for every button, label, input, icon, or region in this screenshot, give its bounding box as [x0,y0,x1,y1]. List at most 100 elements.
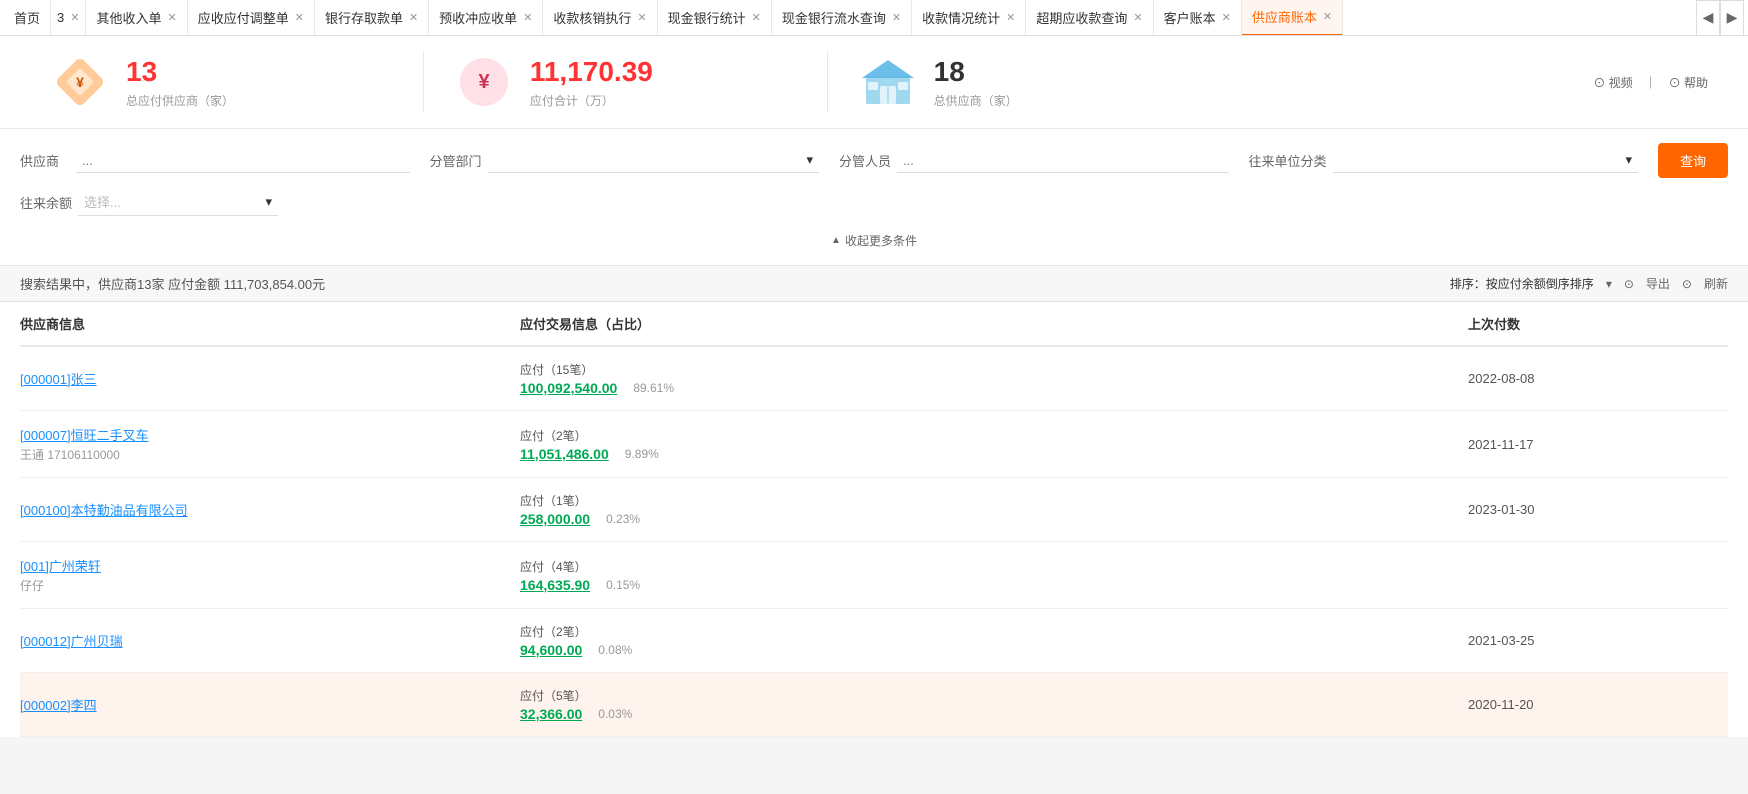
tx-label-0: 应付（15笔） [520,361,1468,378]
filter-area: 供应商 分管部门 ▾ 分管人员 往来单位分类 ▾ 查询 [0,129,1748,266]
supplier-link-1[interactable]: [000007]恒旺二手叉车 [20,425,520,444]
nav-tab-supplier-ledger[interactable]: 供应商账本 ✕ [1242,0,1343,36]
nav-tab-customer-ledger-close[interactable]: ✕ [1222,11,1231,24]
nav-tab-supplier-ledger-close[interactable]: ✕ [1323,10,1332,23]
summary-label-payable: 总应付供应商（家） [126,92,234,109]
supplier-link-5[interactable]: [000002]李四 [20,695,520,714]
supplier-link-4[interactable]: [000012]广州贝瑞 [20,631,520,650]
result-bar-right: 排序：按应付余额倒序排序 ▾ ⊙ 导出 ⊙ 刷新 [1450,275,1728,292]
nav-tab-customer-ledger-label: 客户账本 [1164,8,1216,27]
divider: ｜ [1645,74,1657,91]
summary-value-total: 11,170.39 [530,55,653,89]
dept-select[interactable]: ▾ [488,148,819,173]
supplier-link-2[interactable]: [000100]本特勤油品有限公司 [20,500,520,519]
supplier-link-3[interactable]: [001]广州荣轩 [20,556,520,575]
nav-tab-other-income-label: 其他收入单 [96,8,161,27]
video-link[interactable]: ⊙ 视频 [1593,74,1632,91]
export-icon: ⊙ [1624,277,1634,291]
help-link[interactable]: ⊙ 帮助 [1669,74,1708,91]
summary-card-total-suppliers: 18 总供应商（家） [827,52,1231,112]
tx-percent-3: 0.15% [606,578,640,592]
summary-card-payable-total: ¥ 11,170.39 应付合计（万） [423,52,827,112]
nav-tab-home-label: 首页 [14,8,40,27]
nav-tab-overdue-ar[interactable]: 超期应收款查询 ✕ [1026,0,1153,36]
nav-scroll-left[interactable]: ◀ [1696,0,1720,36]
filter-row-2: 往来余额 选择... ▾ [20,188,1728,216]
nav-tab-ar-ap-adjust-close[interactable]: ✕ [295,11,304,24]
nav-tab-bank-deposit-label: 银行存取款单 [325,8,403,27]
summary-info-payable: 13 总应付供应商（家） [126,55,234,110]
tx-percent-4: 0.08% [598,643,632,657]
balance-label: 往来余额 [20,193,72,212]
nav-tab-bank-deposit[interactable]: 银行存取款单 ✕ [315,0,429,36]
nav-tab-cash-bank-flow[interactable]: 现金银行流水查询 ✕ [772,0,912,36]
tx-amount-0[interactable]: 100,092,540.00 [520,380,617,396]
table-row: [000100]本特勤油品有限公司 应付（1笔） 258,000.00 0.23… [20,478,1728,542]
nav-tab-receipt-verify-close[interactable]: ✕ [637,11,646,24]
filter-person: 分管人员 [839,149,1229,173]
collapse-icon: ▲ [831,235,841,246]
tx-amount-3[interactable]: 164,635.90 [520,577,590,593]
nav-tab-home[interactable]: 首页 [4,0,51,36]
summary-info-total: 11,170.39 应付合计（万） [530,55,653,110]
nav-tab-cash-bank-stat-close[interactable]: ✕ [752,11,761,24]
summary-info-total-suppliers: 18 总供应商（家） [934,55,1018,110]
total-suppliers-icon [858,52,918,112]
collapse-label: 收起更多条件 [845,232,917,249]
tx-label-2: 应付（1笔） [520,492,1468,509]
nav-tab-prepay-ar-close[interactable]: ✕ [523,11,532,24]
supplier-link-0[interactable]: [000001]张三 [20,369,520,388]
nav-tab-other-income-close[interactable]: ✕ [167,11,176,24]
nav-tab-prepay-ar[interactable]: 预收冲应收单 ✕ [429,0,543,36]
balance-select[interactable]: 选择... ▾ [78,188,278,216]
nav-tab-receipt-stat[interactable]: 收款情况统计 ✕ [912,0,1026,36]
dept-chevron-icon: ▾ [806,152,813,168]
supplier-payable-icon: ¥ [50,52,110,112]
nav-tab-other-income[interactable]: 其他收入单 ✕ [86,0,187,36]
nav-tab-bank-deposit-close[interactable]: ✕ [409,11,418,24]
person-label: 分管人员 [839,151,891,170]
nav-tab-prepay-ar-label: 预收冲应收单 [439,8,517,27]
table-row: [001]广州荣轩 仔仔 应付（4笔） 164,635.90 0.15% [20,542,1728,609]
tx-amount-2[interactable]: 258,000.00 [520,511,590,527]
tx-row-1: 11,051,486.00 9.89% [520,446,1468,462]
sort-label[interactable]: 排序：按应付余额倒序排序 [1450,275,1594,292]
nav-tab-overdue-ar-close[interactable]: ✕ [1133,11,1142,24]
export-btn[interactable]: 导出 [1646,275,1670,292]
top-navigation: 首页 3 ✕ 其他收入单 ✕ 应收应付调整单 ✕ 银行存取款单 ✕ 预收冲应收单… [0,0,1748,36]
collapse-filter-btn[interactable]: ▲ 收起更多条件 [20,226,1728,251]
supplier-sub-3: 仔仔 [20,577,520,594]
nav-tab-3[interactable]: 3 ✕ [51,0,86,36]
nav-tab-cash-bank-stat-label: 现金银行统计 [668,8,746,27]
tx-amount-5[interactable]: 32,366.00 [520,706,582,722]
category-select[interactable]: ▾ [1333,148,1638,173]
refresh-btn[interactable]: 刷新 [1704,275,1728,292]
last-pay-4: 2021-03-25 [1468,633,1728,648]
payable-total-icon: ¥ [454,52,514,112]
nav-tab-customer-ledger[interactable]: 客户账本 ✕ [1154,0,1242,36]
last-pay-0: 2022-08-08 [1468,371,1728,386]
supplier-input[interactable] [76,149,410,173]
nav-tab-ar-ap-adjust-label: 应收应付调整单 [198,8,289,27]
tx-amount-4[interactable]: 94,600.00 [520,642,582,658]
svg-text:¥: ¥ [76,74,84,90]
nav-tab-receipt-verify[interactable]: 收款核销执行 ✕ [543,0,657,36]
nav-tab-cash-bank-stat[interactable]: 现金银行统计 ✕ [658,0,772,36]
tx-info-0: 应付（15笔） 100,092,540.00 89.61% [520,361,1468,396]
last-pay-1: 2021-11-17 [1468,437,1728,452]
tx-amount-1[interactable]: 11,051,486.00 [520,446,609,462]
supplier-label: 供应商 [20,151,70,170]
nav-tab-cash-bank-flow-close[interactable]: ✕ [892,11,901,24]
dept-label: 分管部门 [430,151,482,170]
last-pay-2: 2023-01-30 [1468,502,1728,517]
person-input[interactable] [897,149,1228,173]
summary-value-total-suppliers: 18 [934,55,1018,89]
query-button[interactable]: 查询 [1658,143,1728,178]
nav-tab-ar-ap-adjust[interactable]: 应收应付调整单 ✕ [188,0,315,36]
nav-tab-receipt-verify-label: 收款核销执行 [553,8,631,27]
nav-tab-3-close[interactable]: ✕ [70,11,79,24]
summary-card-suppliers-payable: ¥ 13 总应付供应商（家） [20,52,423,112]
nav-scroll-right[interactable]: ▶ [1720,0,1744,36]
table-row: [000012]广州贝瑞 应付（2笔） 94,600.00 0.08% 2021… [20,609,1728,673]
nav-tab-receipt-stat-close[interactable]: ✕ [1006,11,1015,24]
